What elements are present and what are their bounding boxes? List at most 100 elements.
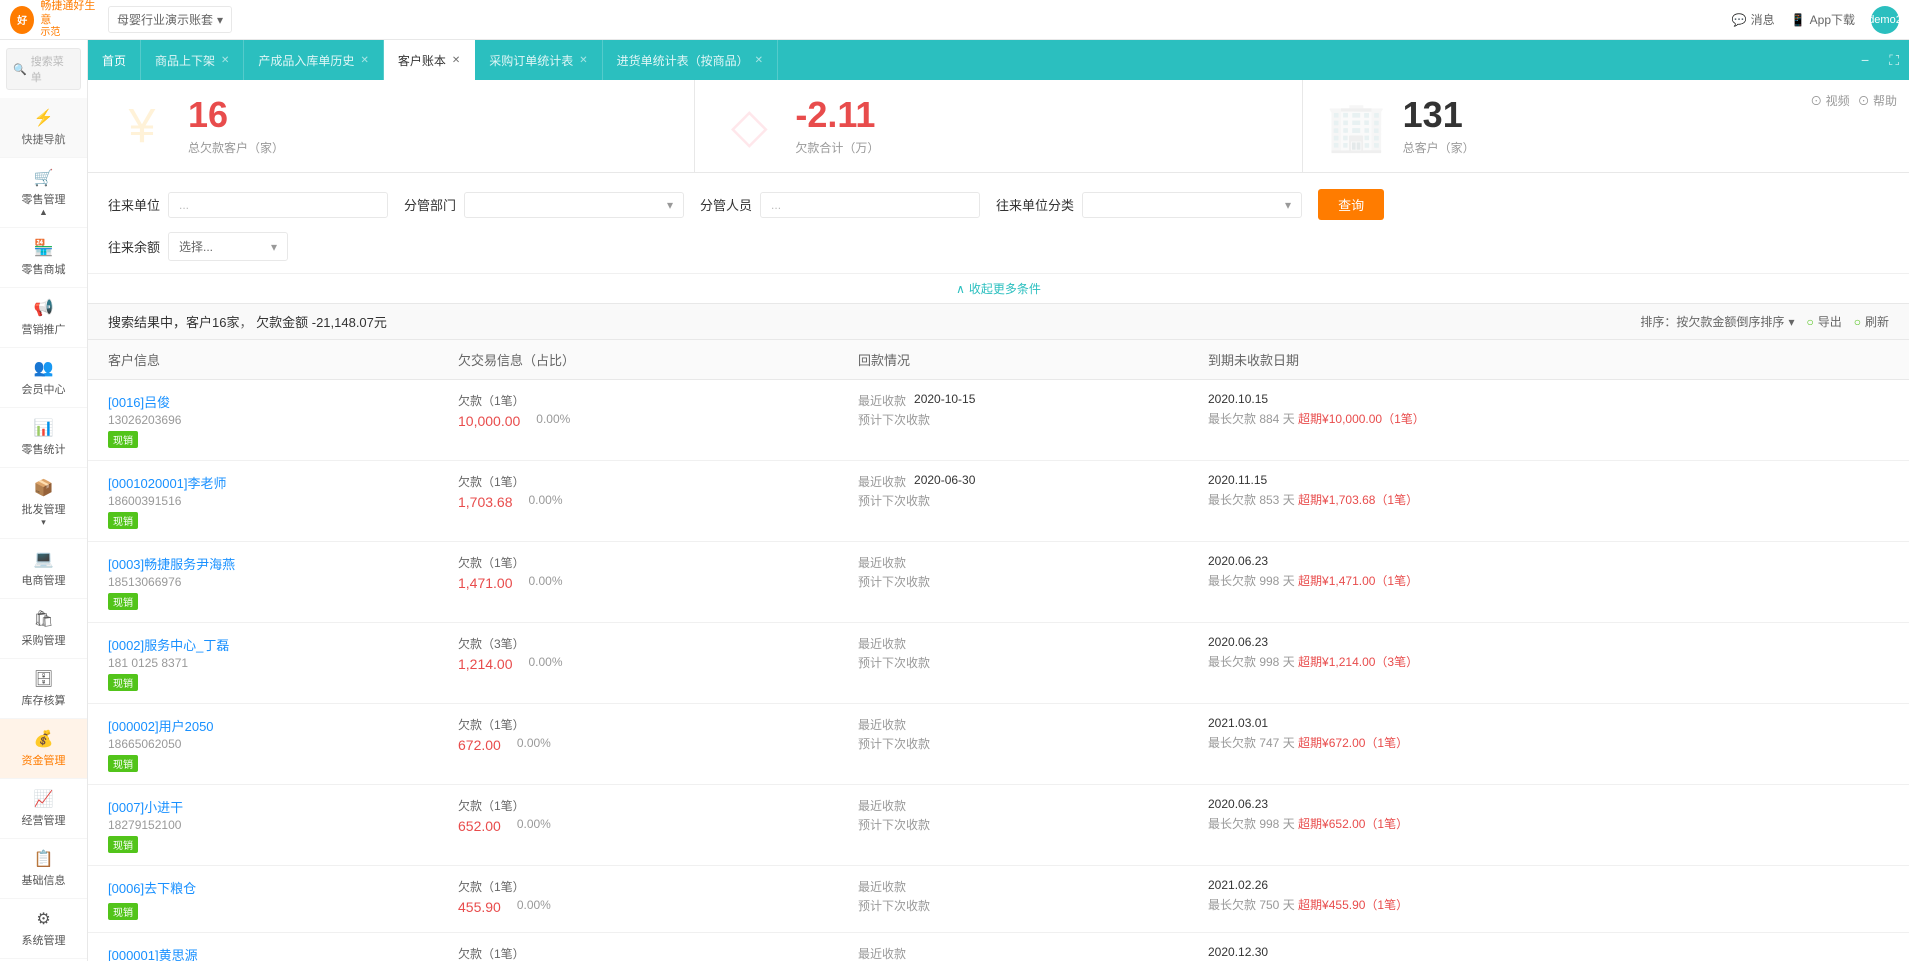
debt-percent: 0.00% [536, 412, 570, 426]
sort-select[interactable]: 排序：按欠款金额倒序排序 ▾ [1640, 313, 1794, 330]
overdue-link[interactable]: 超期¥652.00（1笔） [1298, 817, 1408, 831]
stat-card-total-debt: ◇ -2.11 欠款合计（万） [695, 80, 1302, 172]
sidebar-item-basic-info[interactable]: 📋 基础信息 [0, 839, 87, 899]
sidebar-item-quick-nav[interactable]: ⚡ 快捷导航 [0, 98, 87, 158]
debt-amount[interactable]: 1,214.00 [458, 656, 513, 672]
debt-amount[interactable]: 1,703.68 [458, 494, 513, 510]
sidebar-item-inventory[interactable]: 🗄 库存核算 [0, 659, 87, 719]
members-icon: 👥 [34, 358, 54, 378]
stat-card-customers: 🏢 131 总客户（家） ⊙ 视频 ⊙ 帮助 [1303, 80, 1909, 172]
sidebar-item-members[interactable]: 👥 会员中心 [0, 348, 87, 408]
table-row-content: [0002]服务中心_丁磊 181 0125 8371 现销 欠款（3笔） 1,… [88, 623, 1909, 703]
debtors-label: 总欠款客户（家） [188, 139, 284, 156]
customer-name-link[interactable]: [0003]畅捷服务尹海燕 [108, 557, 235, 572]
company-selector[interactable]: 母婴行业演示账套 ▾ [108, 6, 232, 33]
overdue-link[interactable]: 超期¥10,000.00（1笔） [1298, 412, 1425, 426]
tab-product-listing[interactable]: 商品上下架 ✕ [141, 40, 244, 80]
customer-info-col: [0007]小进干 18279152100 现销 [108, 797, 458, 853]
export-button[interactable]: ○ 导出 [1806, 313, 1841, 330]
customer-name-link[interactable]: [0001020001]李老师 [108, 476, 227, 491]
query-button[interactable]: 查询 [1318, 189, 1384, 220]
overdue-link[interactable]: 超期¥455.90（1笔） [1298, 898, 1408, 912]
customer-name-link[interactable]: [0006]去下粮仓 [108, 881, 196, 896]
collection-col: 最近收款 预计下次收款 [858, 945, 1208, 961]
sidebar-item-purchase[interactable]: 🛍 采购管理 [0, 599, 87, 659]
debt-amount[interactable]: 652.00 [458, 818, 501, 834]
overdue-link[interactable]: 超期¥672.00（1笔） [1298, 736, 1408, 750]
customer-info-col: [000001]黄思源 13552700226 现销 [108, 945, 458, 961]
sidebar-item-retail-mall[interactable]: 🏪 零售商城 [0, 228, 87, 288]
debt-amount[interactable]: 10,000.00 [458, 413, 520, 429]
sidebar-item-retail-stats[interactable]: 📊 零售统计 [0, 408, 87, 468]
sidebar-item-wholesale[interactable]: 📦 批发管理 ▾ [0, 468, 87, 539]
debt-amount[interactable]: 672.00 [458, 737, 501, 753]
debt-amount[interactable]: 1,471.00 [458, 575, 513, 591]
overdue-date: 2020.12.30 [1208, 945, 1889, 959]
main-area: 🔍 搜索菜单 ⚡ 快捷导航 🛒 零售管理 ▲ 🏪 零售商城 📢 营销推广 [0, 40, 1909, 961]
export-icon: ○ [1806, 315, 1813, 329]
tab-close-icon[interactable]: ✕ [221, 55, 229, 66]
tab-minimize-button[interactable]: − [1851, 52, 1879, 68]
tab-goods-stats[interactable]: 进货单统计表（按商品） ✕ [603, 40, 778, 80]
customer-name-link[interactable]: [0016]吕俊 [108, 395, 170, 410]
tab-finished-goods[interactable]: 产成品入库单历史 ✕ [244, 40, 383, 80]
tab-customer-ledger[interactable]: 客户账本 ✕ [384, 40, 475, 80]
customer-name-link[interactable]: [0002]服务中心_丁磊 [108, 638, 229, 653]
overdue-link[interactable]: 超期¥1,703.68（1笔） [1298, 493, 1418, 507]
customer-phone: 18600391516 [108, 494, 458, 508]
category-select[interactable]: ▾ [1082, 192, 1302, 218]
message-icon: 💬 [1732, 13, 1747, 27]
sidebar-item-marketing[interactable]: 📢 营销推广 [0, 288, 87, 348]
sidebar-item-system[interactable]: ⚙ 系统管理 [0, 899, 87, 959]
collection-col: 最近收款2020-06-30 预计下次收款 [858, 473, 1208, 509]
tab-expand-button[interactable]: ⛶ [1879, 52, 1909, 69]
table-row-content: [000002]用户2050 18665062050 现销 欠款（1笔） 672… [88, 704, 1909, 784]
logo-icon: 好 [10, 6, 34, 34]
unit-input[interactable]: ... [168, 192, 388, 218]
table-header: 客户信息 欠交易信息（占比） 回款情况 到期未收款日期 [88, 340, 1909, 380]
tab-close-icon[interactable]: ✕ [360, 55, 368, 66]
quick-nav-icon: ⚡ [34, 108, 54, 128]
person-input[interactable]: ... [760, 192, 980, 218]
tab-actions: − ⛶ [1851, 52, 1909, 69]
sidebar-item-operations[interactable]: 📈 经营管理 [0, 779, 87, 839]
debt-info-col: 欠款（1笔） 1,703.68 0.00% [458, 473, 858, 510]
results-bar: 搜索结果中，客户16家， 欠款金额 -21,148.07元 排序：按欠款金额倒序… [88, 304, 1909, 340]
customer-name-link[interactable]: [000001]黄思源 [108, 948, 198, 961]
col-header-debt-info: 欠交易信息（占比） [458, 350, 858, 369]
tab-close-icon[interactable]: ✕ [452, 55, 460, 66]
sidebar: 🔍 搜索菜单 ⚡ 快捷导航 🛒 零售管理 ▲ 🏪 零售商城 📢 营销推广 [0, 40, 88, 961]
debt-info-col: 欠款（1笔） 1,471.00 0.00% [458, 554, 858, 591]
video-button[interactable]: ⊙ 视频 [1810, 92, 1849, 109]
sidebar-item-retail-mgmt[interactable]: 🛒 零售管理 ▲ [0, 158, 87, 228]
filter-item-person: 分管人员 ... [700, 192, 980, 218]
tab-close-icon[interactable]: ✕ [579, 55, 587, 66]
help-button[interactable]: ⊙ 帮助 [1858, 92, 1897, 109]
tab-close-icon[interactable]: ✕ [755, 55, 763, 66]
customer-name-link[interactable]: [0007]小进干 [108, 800, 183, 815]
customer-name-link[interactable]: [000002]用户2050 [108, 719, 214, 734]
refresh-button[interactable]: ○ 刷新 [1854, 313, 1889, 330]
tab-home[interactable]: 首页 [88, 40, 141, 80]
sidebar-item-ecommerce[interactable]: 💻 电商管理 [0, 539, 87, 599]
col-header-customer: 客户信息 [108, 350, 458, 369]
collection-col: 最近收款 预计下次收款 [858, 635, 1208, 671]
debt-label: 欠款（1笔） [458, 797, 858, 814]
tab-purchase-orders[interactable]: 采购订单统计表 ✕ [475, 40, 602, 80]
balance-select[interactable]: 选择... ▾ [168, 232, 288, 261]
avatar[interactable]: demo2 [1871, 6, 1899, 34]
dept-select[interactable]: ▾ [464, 192, 684, 218]
table-row-content: [0006]去下粮仓 现销 欠款（1笔） 455.90 0.00% [88, 866, 1909, 932]
messages-button[interactable]: 💬 消息 [1732, 11, 1775, 28]
app-download-button[interactable]: 📱 App下载 [1791, 11, 1855, 28]
filter-item-category: 往来单位分类 ▾ [996, 192, 1302, 218]
overdue-col: 2020.11.15 最长欠款 853 天 超期¥1,703.68（1笔） [1208, 473, 1889, 508]
overdue-link[interactable]: 超期¥1,471.00（1笔） [1298, 574, 1418, 588]
overdue-date: 2020.10.15 [1208, 392, 1889, 406]
collapse-more-btn[interactable]: ∧ 收起更多条件 [88, 273, 1909, 303]
table-row: [0007]小进干 18279152100 现销 欠款（1笔） 652.00 0… [88, 785, 1909, 866]
overdue-link[interactable]: 超期¥1,214.00（3笔） [1298, 655, 1418, 669]
search-input[interactable]: 🔍 搜索菜单 [6, 48, 81, 90]
sidebar-item-finance[interactable]: 💰 资金管理 [0, 719, 87, 779]
debt-amount[interactable]: 455.90 [458, 899, 501, 915]
